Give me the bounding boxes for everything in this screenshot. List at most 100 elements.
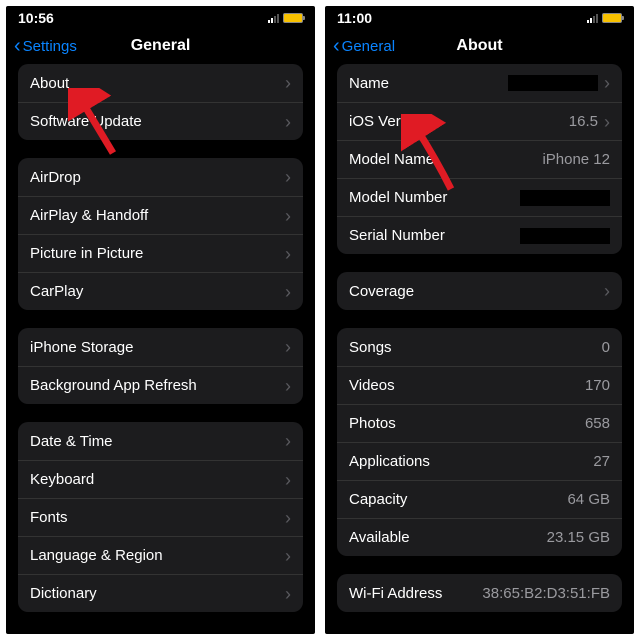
row-label: Model Name xyxy=(349,151,434,168)
row-label: iOS Version xyxy=(349,113,428,130)
settings-row[interactable]: Serial Number xyxy=(337,216,622,254)
row-label: Coverage xyxy=(349,283,414,300)
row-value: › xyxy=(285,471,291,489)
settings-row[interactable]: Language & Region › xyxy=(18,536,303,574)
clock: 11:00 xyxy=(337,10,372,26)
row-label: Keyboard xyxy=(30,471,94,488)
clock: 10:56 xyxy=(18,10,54,26)
row-label: About xyxy=(30,75,69,92)
row-label: Capacity xyxy=(349,491,407,508)
settings-row[interactable]: Background App Refresh › xyxy=(18,366,303,404)
row-value xyxy=(520,228,610,244)
settings-row[interactable]: Date & Time › xyxy=(18,422,303,460)
settings-group: Coverage › xyxy=(337,272,622,310)
settings-group: iPhone Storage › Background App Refresh › xyxy=(18,328,303,404)
signal-icon xyxy=(268,13,279,23)
settings-row[interactable]: Coverage › xyxy=(337,272,622,310)
row-label: Date & Time xyxy=(30,433,113,450)
row-value: › xyxy=(285,338,291,356)
row-value: › xyxy=(604,282,610,300)
status-bar: 10:56 xyxy=(6,6,315,28)
row-value: › xyxy=(285,168,291,186)
settings-group: Songs0Videos170 Photos 658 Applications 27 Ca… xyxy=(337,328,622,556)
value-text: 27 xyxy=(593,453,610,470)
chevron-right-icon: › xyxy=(285,207,291,225)
back-button[interactable]: ‹ General xyxy=(333,36,395,56)
row-label: iPhone Storage xyxy=(30,339,133,356)
settings-row[interactable]: iOS Version 16.5› xyxy=(337,102,622,140)
row-label: Background App Refresh xyxy=(30,377,197,394)
settings-row[interactable]: Name› xyxy=(337,64,622,102)
chevron-right-icon: › xyxy=(285,338,291,356)
settings-row[interactable]: About › xyxy=(18,64,303,102)
back-button[interactable]: ‹ Settings xyxy=(14,36,77,56)
settings-row[interactable]: AirDrop › xyxy=(18,158,303,196)
status-bar: 11:00 xyxy=(325,6,634,28)
row-value: › xyxy=(285,547,291,565)
settings-row[interactable]: Photos 658 xyxy=(337,404,622,442)
row-value: 64 GB xyxy=(567,491,610,508)
chevron-left-icon: ‹ xyxy=(333,36,340,56)
status-right xyxy=(268,13,303,23)
settings-row[interactable]: Applications 27 xyxy=(337,442,622,480)
settings-row[interactable]: Songs0 xyxy=(337,328,622,366)
row-value: › xyxy=(508,74,610,92)
battery-icon xyxy=(602,13,622,23)
signal-icon xyxy=(587,13,598,23)
chevron-right-icon: › xyxy=(285,245,291,263)
row-label: Language & Region xyxy=(30,547,163,564)
value-text: 38:65:B2:D3:51:FB xyxy=(482,585,610,602)
status-right xyxy=(587,13,622,23)
value-text: iPhone 12 xyxy=(542,151,610,168)
settings-row[interactable]: Fonts › xyxy=(18,498,303,536)
row-value: › xyxy=(285,245,291,263)
settings-row[interactable]: Keyboard › xyxy=(18,460,303,498)
back-label: Settings xyxy=(23,38,77,55)
row-label: Available xyxy=(349,529,410,546)
row-value: 16.5› xyxy=(569,113,610,131)
row-label: Applications xyxy=(349,453,430,470)
row-value: iPhone 12 xyxy=(542,151,610,168)
row-value: › xyxy=(285,283,291,301)
settings-row[interactable]: Wi-Fi Address 38:65:B2:D3:51:FB xyxy=(337,574,622,612)
chevron-right-icon: › xyxy=(285,74,291,92)
content-scroll[interactable]: About›Software Update›AirDrop›AirPlay & … xyxy=(6,64,315,634)
settings-row[interactable]: Picture in Picture› xyxy=(18,234,303,272)
settings-group: About › Software Update› xyxy=(18,64,303,140)
settings-row[interactable]: Model Name iPhone 12 xyxy=(337,140,622,178)
settings-row[interactable]: Available 23.15 GB xyxy=(337,518,622,556)
settings-row[interactable]: AirPlay & Handoff› xyxy=(18,196,303,234)
row-label: Photos xyxy=(349,415,396,432)
row-label: AirDrop xyxy=(30,169,81,186)
row-label: Wi-Fi Address xyxy=(349,585,442,602)
settings-row[interactable]: iPhone Storage › xyxy=(18,328,303,366)
chevron-right-icon: › xyxy=(285,509,291,527)
value-text: 64 GB xyxy=(567,491,610,508)
battery-icon xyxy=(283,13,303,23)
row-label: Fonts xyxy=(30,509,68,526)
chevron-right-icon: › xyxy=(285,377,291,395)
chevron-right-icon: › xyxy=(604,282,610,300)
row-value: 38:65:B2:D3:51:FB xyxy=(482,585,610,602)
content-scroll[interactable]: Name› iOS Version 16.5› Model Name iPhone 12… xyxy=(325,64,634,634)
settings-row[interactable]: Videos170 xyxy=(337,366,622,404)
value-text: 0 xyxy=(602,339,610,356)
settings-row[interactable]: Software Update› xyxy=(18,102,303,140)
settings-row[interactable]: Model Number xyxy=(337,178,622,216)
settings-row[interactable]: CarPlay› xyxy=(18,272,303,310)
chevron-right-icon: › xyxy=(604,74,610,92)
right-screenshot: 11:00 ‹ General About Name› iOS Version 16… xyxy=(325,6,634,634)
left-screenshot: 10:56 ‹ Settings General About›Software … xyxy=(6,6,315,634)
settings-row[interactable]: Capacity 64 GB xyxy=(337,480,622,518)
navbar: ‹ General About xyxy=(325,28,634,64)
row-value: › xyxy=(285,432,291,450)
row-value: › xyxy=(285,74,291,92)
chevron-right-icon: › xyxy=(285,547,291,565)
row-value: 23.15 GB xyxy=(547,529,610,546)
chevron-right-icon: › xyxy=(285,471,291,489)
value-text: 658 xyxy=(585,415,610,432)
row-label: Dictionary xyxy=(30,585,97,602)
chevron-right-icon: › xyxy=(285,432,291,450)
settings-row[interactable]: Dictionary› xyxy=(18,574,303,612)
row-value: 27 xyxy=(593,453,610,470)
